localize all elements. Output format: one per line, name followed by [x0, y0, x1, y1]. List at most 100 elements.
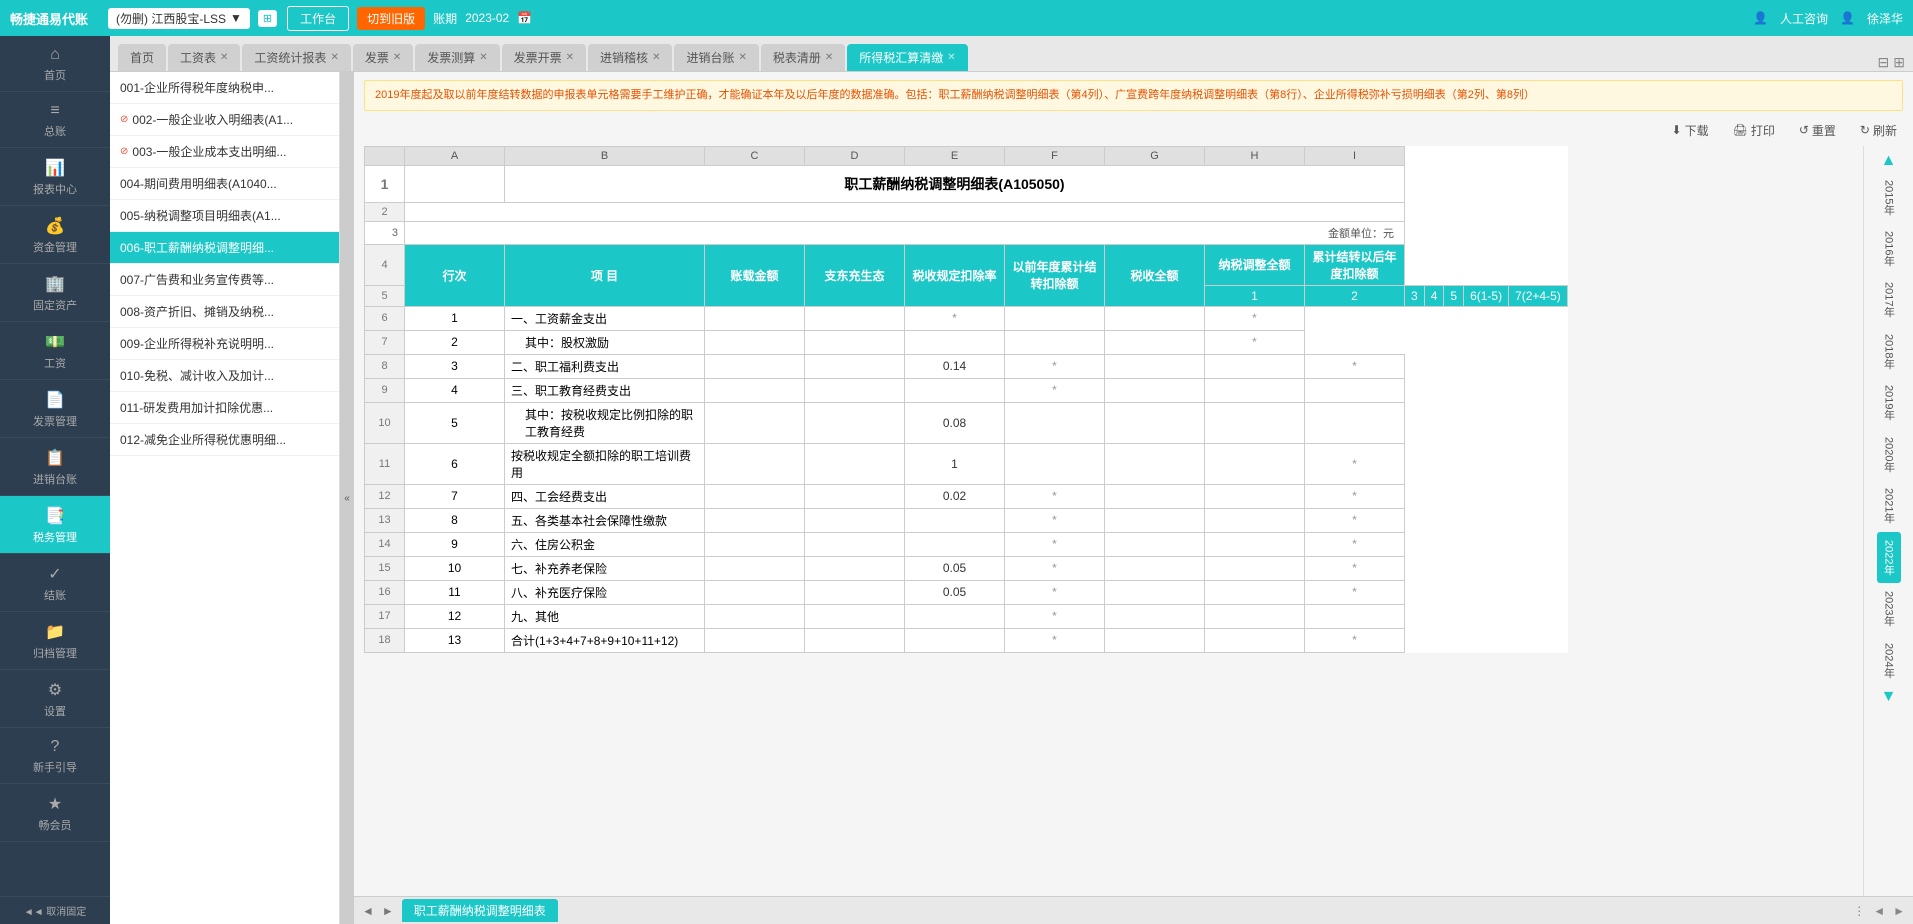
- left-item-009[interactable]: 009-企业所得税补充说明明...: [110, 328, 339, 360]
- row-17-c5[interactable]: [1105, 604, 1205, 628]
- row-12-c1[interactable]: [705, 484, 805, 508]
- year-down-btn[interactable]: ▼: [1879, 686, 1899, 708]
- left-item-006[interactable]: 006-职工薪酬纳税调整明细...: [110, 232, 339, 264]
- refresh-button[interactable]: ↻ 刷新: [1854, 119, 1903, 142]
- row-18-c6[interactable]: [1205, 628, 1305, 652]
- row-10-c2[interactable]: [805, 402, 905, 443]
- row-17-c1[interactable]: [705, 604, 805, 628]
- row-6-c2[interactable]: [805, 306, 905, 330]
- tab-in-out[interactable]: 进销台账 ✕: [674, 44, 758, 71]
- row-16-c2[interactable]: [805, 580, 905, 604]
- row-7-c4[interactable]: [1005, 330, 1105, 354]
- row-7-c5[interactable]: [1105, 330, 1205, 354]
- row-9-c6[interactable]: [1205, 378, 1305, 402]
- sidebar-item-ledger[interactable]: ≡ 总账: [0, 92, 110, 148]
- left-item-012[interactable]: 012-减免企业所得税优惠明细...: [110, 424, 339, 456]
- tab-income-tax[interactable]: 所得税汇算清缴 ✕: [847, 44, 967, 71]
- row-7-c1[interactable]: [705, 330, 805, 354]
- year-2015[interactable]: 2015年: [1877, 172, 1901, 223]
- row-14-c3[interactable]: [905, 532, 1005, 556]
- row-15-c6[interactable]: [1205, 556, 1305, 580]
- row-10-c5[interactable]: [1105, 402, 1205, 443]
- tab-check[interactable]: 进销稽核 ✕: [588, 44, 672, 71]
- row-13-c5[interactable]: [1105, 508, 1205, 532]
- panel-collapse-btn[interactable]: «: [340, 72, 354, 924]
- sidebar-item-funds[interactable]: 💰 资金管理: [0, 206, 110, 264]
- tab-salary[interactable]: 工资表 ✕: [168, 44, 240, 71]
- print-button[interactable]: 🖨 打印: [1727, 119, 1781, 142]
- row-8-c5[interactable]: [1105, 354, 1205, 378]
- row-18-c5[interactable]: [1105, 628, 1205, 652]
- tab-invoice-open-close[interactable]: ✕: [566, 52, 574, 63]
- row-13-c3[interactable]: [905, 508, 1005, 532]
- tab-invoice-close[interactable]: ✕: [393, 52, 401, 63]
- sheet-nav-right[interactable]: ►: [382, 904, 394, 918]
- year-2022[interactable]: 2022年: [1877, 532, 1901, 583]
- row-16-c1[interactable]: [705, 580, 805, 604]
- sidebar-item-tax[interactable]: 📑 税务管理: [0, 496, 110, 554]
- tab-invoice[interactable]: 发票 ✕: [353, 44, 413, 71]
- row-8-c1[interactable]: [705, 354, 805, 378]
- row-17-c7[interactable]: [1305, 604, 1405, 628]
- row-15-c5[interactable]: [1105, 556, 1205, 580]
- row-8-c2[interactable]: [805, 354, 905, 378]
- row-7-c3[interactable]: [905, 330, 1005, 354]
- year-2023[interactable]: 2023年: [1877, 583, 1901, 634]
- row-10-c6[interactable]: [1205, 402, 1305, 443]
- workspace-button[interactable]: 工作台: [287, 6, 349, 31]
- row-12-c6[interactable]: [1205, 484, 1305, 508]
- tab-invoice-open[interactable]: 发票开票 ✕: [502, 44, 586, 71]
- left-item-003[interactable]: ⊘ 003-一般企业成本支出明细...: [110, 136, 339, 168]
- row-12-c2[interactable]: [805, 484, 905, 508]
- sidebar-item-guide[interactable]: ? 新手引导: [0, 728, 110, 784]
- left-item-004[interactable]: 004-期间费用明细表(A1040...: [110, 168, 339, 200]
- row-13-c2[interactable]: [805, 508, 905, 532]
- tab-in-out-close[interactable]: ✕: [738, 52, 746, 63]
- sheet-nav-left[interactable]: ◄: [362, 904, 374, 918]
- sidebar-bottom-btn[interactable]: ◄◄ 取消固定: [0, 896, 110, 924]
- row-11-c1[interactable]: [705, 443, 805, 484]
- row-11-c2[interactable]: [805, 443, 905, 484]
- year-2017[interactable]: 2017年: [1877, 274, 1901, 325]
- row-9-c1[interactable]: [705, 378, 805, 402]
- sidebar-item-home[interactable]: ⌂ 首页: [0, 36, 110, 92]
- tab-salary-report[interactable]: 工资统计报表 ✕: [242, 44, 350, 71]
- tab-home[interactable]: 首页: [118, 44, 166, 71]
- year-2021[interactable]: 2021年: [1877, 480, 1901, 531]
- row-10-c7[interactable]: [1305, 402, 1405, 443]
- row-8-c6[interactable]: [1205, 354, 1305, 378]
- tab-invoice-calc[interactable]: 发票测算 ✕: [415, 44, 499, 71]
- tab-income-tax-close[interactable]: ✕: [947, 52, 955, 63]
- switch-button[interactable]: 切到旧版: [357, 7, 425, 30]
- row-18-c1[interactable]: [705, 628, 805, 652]
- sidebar-item-invoice[interactable]: 📄 发票管理: [0, 380, 110, 438]
- row-9-c2[interactable]: [805, 378, 905, 402]
- row-13-c1[interactable]: [705, 508, 805, 532]
- download-button[interactable]: ⬇ 下载: [1666, 119, 1715, 142]
- row-14-c2[interactable]: [805, 532, 905, 556]
- row-7-c2[interactable]: [805, 330, 905, 354]
- year-2018[interactable]: 2018年: [1877, 326, 1901, 377]
- year-2019[interactable]: 2019年: [1877, 377, 1901, 428]
- sidebar-item-salary[interactable]: 💵 工资: [0, 322, 110, 380]
- row-15-c2[interactable]: [805, 556, 905, 580]
- year-2024[interactable]: 2024年: [1877, 635, 1901, 686]
- tab-tax-clear-close[interactable]: ✕: [825, 52, 833, 63]
- row-18-c2[interactable]: [805, 628, 905, 652]
- row-15-c1[interactable]: [705, 556, 805, 580]
- row-14-c6[interactable]: [1205, 532, 1305, 556]
- sidebar-item-close[interactable]: ✓ 结账: [0, 554, 110, 612]
- tab-salary-close[interactable]: ✕: [220, 52, 228, 63]
- row-14-c1[interactable]: [705, 532, 805, 556]
- row-18-c3[interactable]: [905, 628, 1005, 652]
- support-label[interactable]: 人工咨询: [1780, 10, 1828, 27]
- sidebar-item-archive[interactable]: 📁 归档管理: [0, 612, 110, 670]
- sidebar-item-assets[interactable]: 🏢 固定资产: [0, 264, 110, 322]
- row-9-c5[interactable]: [1105, 378, 1205, 402]
- year-2020[interactable]: 2020年: [1877, 429, 1901, 480]
- year-up-btn[interactable]: ▲: [1879, 150, 1899, 172]
- sheet-scroll-right[interactable]: ►: [1893, 904, 1905, 918]
- company-selector[interactable]: (勿删) 江西股宝-LSS ▼: [108, 8, 250, 29]
- sidebar-item-settings[interactable]: ⚙ 设置: [0, 670, 110, 728]
- sheet-tab-active[interactable]: 职工薪酬纳税调整明细表: [402, 899, 558, 922]
